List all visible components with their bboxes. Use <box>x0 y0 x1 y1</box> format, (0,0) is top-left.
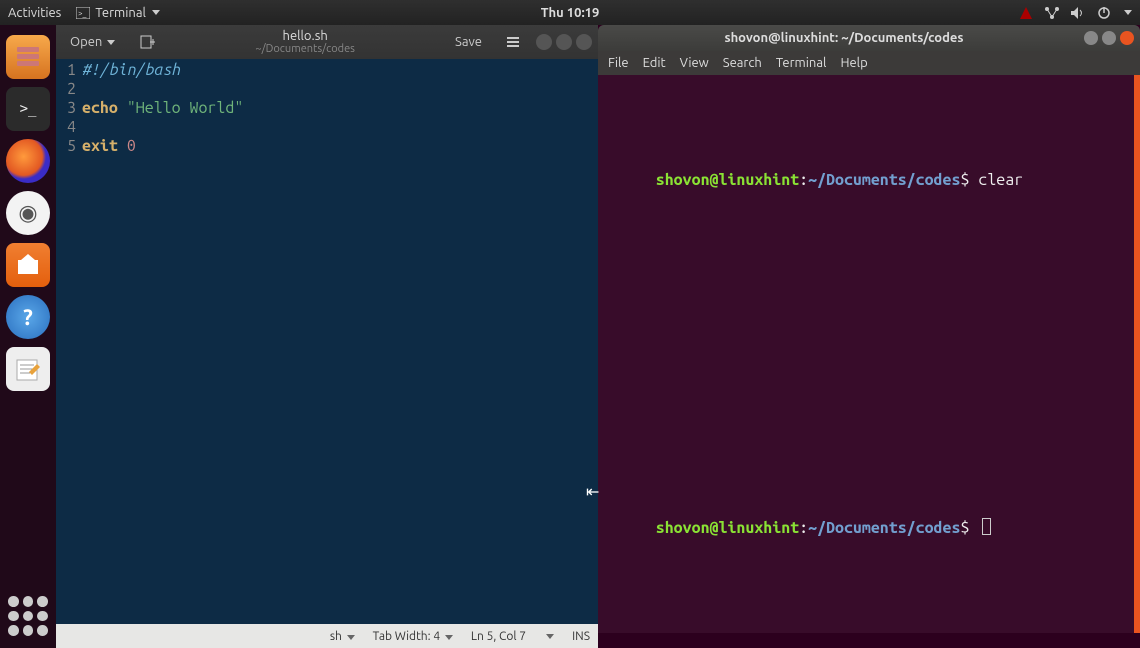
status-tabwidth[interactable]: Tab Width: 4 <box>373 630 453 643</box>
open-button-label: Open <box>70 35 102 49</box>
launcher-help[interactable]: ? <box>6 295 50 339</box>
terminal-line: shovon@linuxhint:~/Documents/codes$ clea… <box>602 153 1023 207</box>
svg-text:>_: >_ <box>78 9 87 18</box>
open-button[interactable]: Open <box>62 31 123 53</box>
terminal-maximize-button[interactable] <box>1102 31 1116 45</box>
show-applications[interactable] <box>8 596 48 636</box>
app-menu[interactable]: >_ Terminal <box>75 5 160 21</box>
status-language[interactable]: sh <box>330 630 355 643</box>
menu-search[interactable]: Search <box>723 56 762 70</box>
code-area[interactable]: #!/bin/bash echo "Hello World" exit 0 <box>80 59 598 624</box>
gedit-editor[interactable]: 1 2 3 4 5 #!/bin/bash echo "Hello World"… <box>56 59 598 624</box>
network-icon[interactable] <box>1044 5 1060 21</box>
power-icon[interactable] <box>1096 5 1112 21</box>
status-cursor-pos: Ln 5, Col 7 <box>471 630 526 643</box>
launcher-rhythmbox[interactable]: ◉ <box>6 191 50 235</box>
menu-terminal[interactable]: Terminal <box>776 56 827 70</box>
gedit-title: hello.sh ~/Documents/codes <box>171 29 439 55</box>
terminal-cursor <box>982 518 991 535</box>
activities-button[interactable]: Activities <box>8 6 61 20</box>
top-panel: Activities >_ Terminal Thu 10:19 <box>0 0 1140 25</box>
alert-icon[interactable] <box>1018 5 1034 21</box>
new-document-icon <box>139 35 155 49</box>
launcher-terminal[interactable]: >_ <box>6 87 50 131</box>
launcher-software[interactable] <box>6 243 50 287</box>
chevron-down-icon <box>107 40 115 45</box>
launcher-dock: >_ ◉ ? <box>0 25 56 648</box>
terminal-title: shovon@linuxhint: ~/Documents/codes <box>604 31 1084 45</box>
terminal-close-button[interactable] <box>1120 31 1134 45</box>
chevron-down-icon <box>1124 10 1132 15</box>
launcher-firefox[interactable] <box>6 139 50 183</box>
gedit-window: Open hello.sh ~/Documents/codes Save 1 2… <box>56 25 598 648</box>
terminal-titlebar: shovon@linuxhint: ~/Documents/codes <box>598 25 1140 51</box>
launcher-text-editor[interactable] <box>6 347 50 391</box>
chevron-down-icon <box>152 10 160 15</box>
gedit-statusbar: sh Tab Width: 4 Ln 5, Col 7 INS <box>56 624 598 648</box>
gedit-close-button[interactable] <box>576 34 592 50</box>
terminal-menubar: File Edit View Search Terminal Help <box>598 51 1140 75</box>
chevron-down-icon[interactable] <box>546 634 554 639</box>
hamburger-icon <box>506 36 520 48</box>
menu-file[interactable]: File <box>608 56 629 70</box>
menu-edit[interactable]: Edit <box>643 56 666 70</box>
launcher-files[interactable] <box>6 35 50 79</box>
terminal-minimize-button[interactable] <box>1084 31 1098 45</box>
app-menu-label: Terminal <box>95 6 146 20</box>
gedit-headerbar: Open hello.sh ~/Documents/codes Save <box>56 25 598 59</box>
terminal-body[interactable]: shovon@linuxhint:~/Documents/codes$ clea… <box>598 75 1140 633</box>
menu-view[interactable]: View <box>680 56 709 70</box>
gedit-minimize-button[interactable] <box>536 34 552 50</box>
hamburger-menu[interactable] <box>498 32 528 52</box>
save-button[interactable]: Save <box>447 31 490 53</box>
volume-icon[interactable] <box>1070 5 1086 21</box>
terminal-window: shovon@linuxhint: ~/Documents/codes File… <box>598 25 1140 633</box>
status-insert-mode: INS <box>572 630 590 643</box>
gedit-maximize-button[interactable] <box>556 34 572 50</box>
line-number-gutter: 1 2 3 4 5 <box>56 59 80 624</box>
terminal-line: shovon@linuxhint:~/Documents/codes$ <box>602 500 991 555</box>
clock[interactable]: Thu 10:19 <box>541 6 600 20</box>
terminal-icon: >_ <box>75 5 91 21</box>
menu-help[interactable]: Help <box>840 56 867 70</box>
gedit-title-filename: hello.sh <box>171 29 439 43</box>
gedit-title-path: ~/Documents/codes <box>171 43 439 55</box>
new-tab-button[interactable] <box>131 31 163 53</box>
